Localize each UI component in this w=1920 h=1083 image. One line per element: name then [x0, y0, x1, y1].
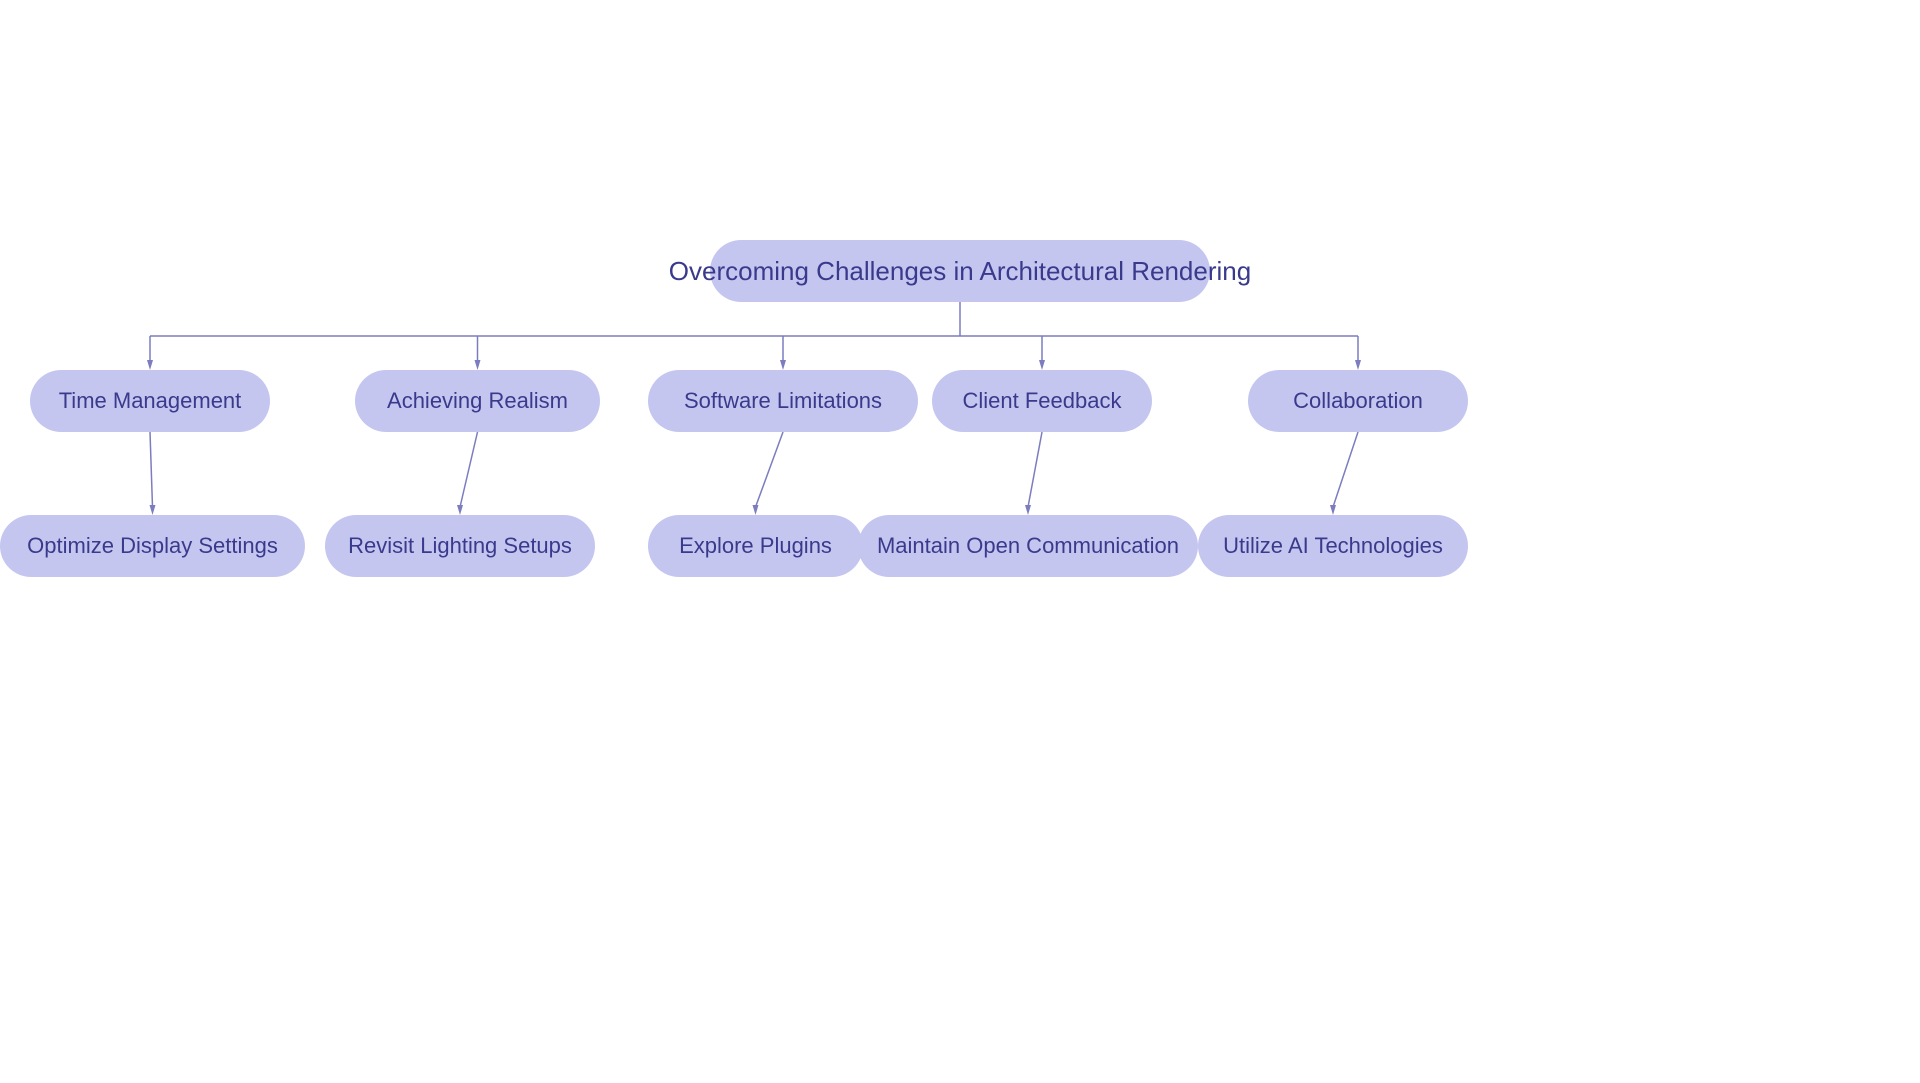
node-optimize-display: Optimize Display Settings	[0, 515, 305, 577]
node-achieving-realism: Achieving Realism	[355, 370, 600, 432]
node-label: Utilize AI Technologies	[1223, 533, 1443, 559]
node-utilize-ai: Utilize AI Technologies	[1198, 515, 1468, 577]
node-client-feedback: Client Feedback	[932, 370, 1152, 432]
root-label: Overcoming Challenges in Architectural R…	[669, 256, 1251, 287]
node-label: Time Management	[59, 388, 242, 414]
node-maintain-open-communication: Maintain Open Communication	[858, 515, 1198, 577]
node-software-limitations: Software Limitations	[648, 370, 918, 432]
node-collaboration: Collaboration	[1248, 370, 1468, 432]
node-explore-plugins: Explore Plugins	[648, 515, 863, 577]
node-label: Software Limitations	[684, 388, 882, 414]
diagram-container: Overcoming Challenges in Architectural R…	[0, 0, 1920, 1083]
node-label: Maintain Open Communication	[877, 533, 1179, 559]
node-label: Client Feedback	[963, 388, 1122, 414]
node-label: Revisit Lighting Setups	[348, 533, 572, 559]
node-label: Explore Plugins	[679, 533, 832, 559]
node-label: Collaboration	[1293, 388, 1423, 414]
node-label: Achieving Realism	[387, 388, 568, 414]
node-revisit-lighting: Revisit Lighting Setups	[325, 515, 595, 577]
root-node: Overcoming Challenges in Architectural R…	[710, 240, 1210, 302]
node-label: Optimize Display Settings	[27, 533, 278, 559]
node-time-management: Time Management	[30, 370, 270, 432]
